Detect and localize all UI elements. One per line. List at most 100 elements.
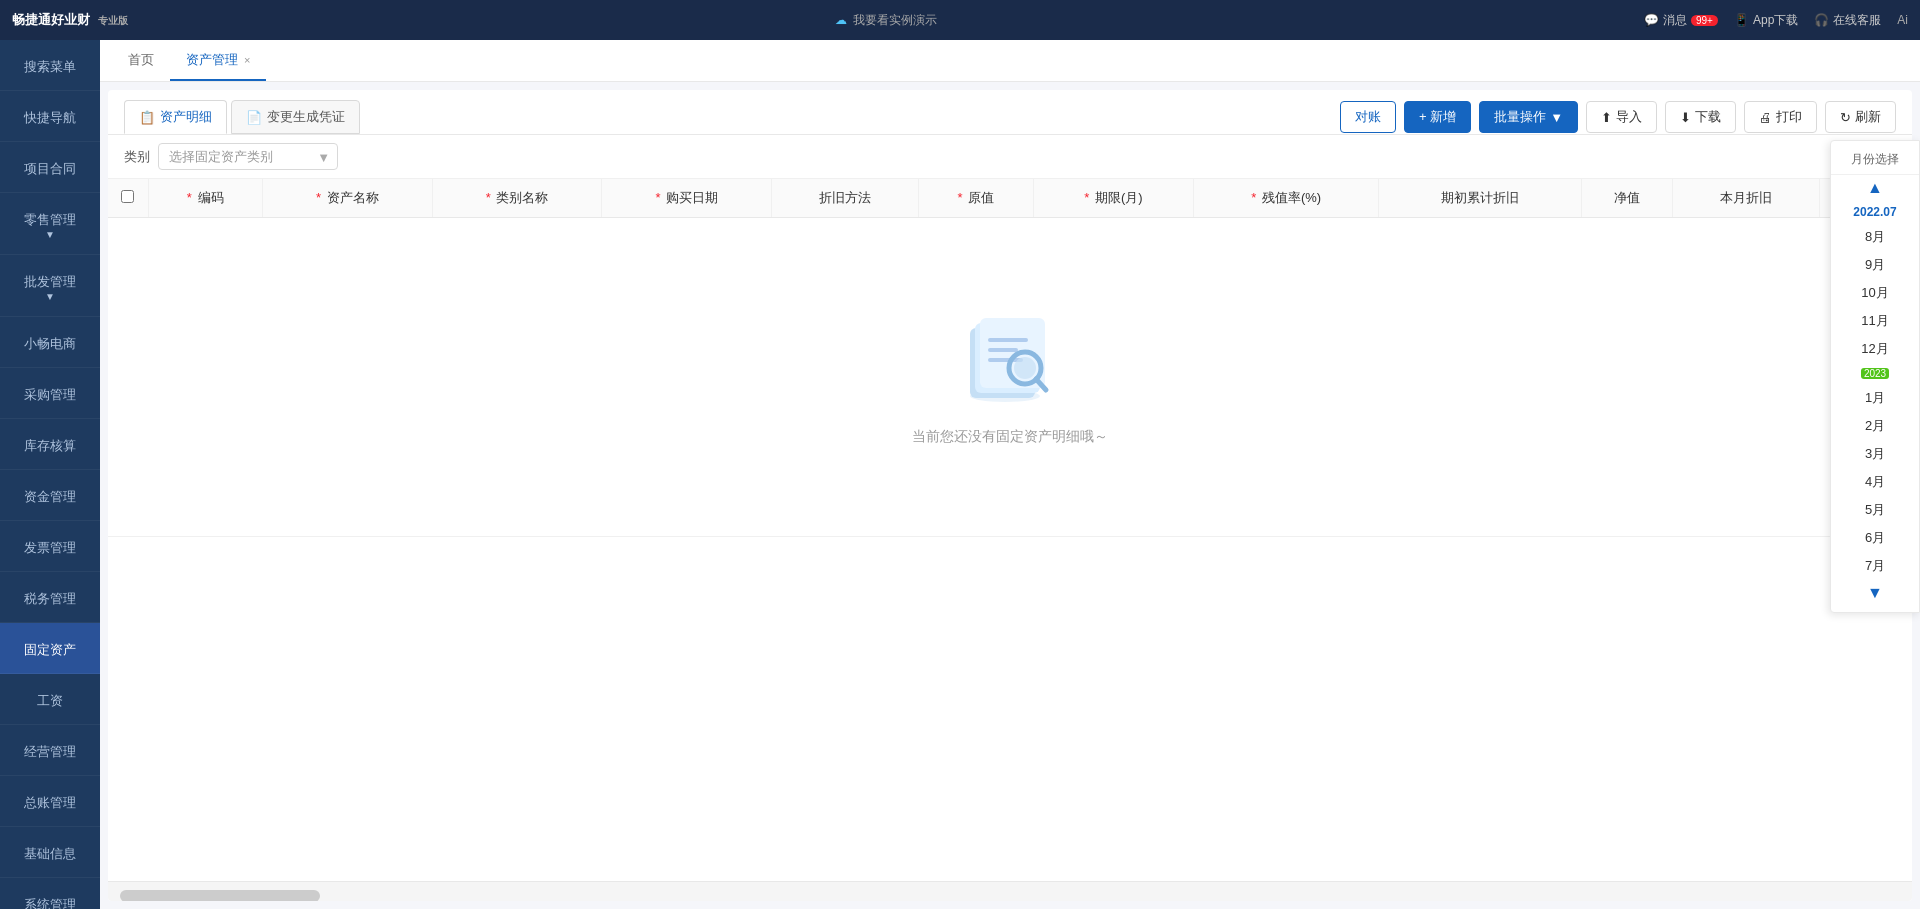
month-item-2023-3[interactable]: 3月 [1831,440,1919,468]
app-logo-text: 畅捷通好业财 [12,12,90,27]
tab-asset-label: 资产管理 [186,51,238,69]
table-header-checkbox [108,179,148,218]
month-item-11[interactable]: 11月 [1831,307,1919,335]
col-asset-name: * 资产名称 [262,179,432,218]
svg-point-8 [1014,357,1036,379]
top-bar-left: 畅捷通好业财 专业版 [12,11,128,29]
sidebar-item-general-ledger[interactable]: 总账管理 [0,776,100,827]
month-item-2023-7[interactable]: 7月 [1831,552,1919,580]
month-item-2023-1[interactable]: 1月 [1831,384,1919,412]
batch-ops-button[interactable]: 批量操作 ▼ [1479,101,1578,133]
category-select[interactable]: 选择固定资产类别 [158,143,338,170]
sidebar-item-project[interactable]: 项目合同 [0,142,100,193]
sidebar-item-fixed-assets[interactable]: 固定资产 [0,623,100,674]
refresh-button[interactable]: ↻ 刷新 [1825,101,1896,133]
month-item-2023-4[interactable]: 4月 [1831,468,1919,496]
col-original-value: * 原值 [919,179,1033,218]
top-bar-center: ☁ 我要看实例演示 [835,12,937,29]
empty-state-row: 当前您还没有固定资产明细哦～ [108,218,1912,537]
tab-close-icon[interactable]: × [244,54,250,66]
app-download-label: App下载 [1753,12,1798,29]
reconcile-button[interactable]: 对账 [1340,101,1396,133]
tab-bar: 首页 资产管理 × [100,40,1920,82]
sidebar-project-label: 项目合同 [0,160,100,178]
sidebar-item-retail[interactable]: 零售管理 ▼ [0,193,100,255]
empty-text: 当前您还没有固定资产明细哦～ [912,428,1108,446]
sidebar-item-payroll[interactable]: 工资 [0,674,100,725]
month-picker-year-2022[interactable]: 2022.07 [1831,201,1919,223]
wholesale-arrow-icon: ▼ [0,291,100,302]
month-picker-up-arrow[interactable]: ▲ [1831,175,1919,201]
asset-table: * 编码 * 资产名称 * 类别名称 [108,179,1912,537]
sidebar-item-invoice[interactable]: 发票管理 [0,521,100,572]
asset-detail-icon: 📋 [139,110,155,125]
print-button[interactable]: 🖨 打印 [1744,101,1817,133]
import-icon: ⬆ [1601,110,1612,125]
main-panel: 📋 资产明细 📄 变更生成凭证 对账 + 新增 [108,90,1912,901]
asset-detail-label: 资产明细 [160,108,212,126]
category-select-wrap[interactable]: 选择固定资产类别 ▼ [158,143,338,170]
sidebar-item-quick-nav[interactable]: 快捷导航 [0,91,100,142]
month-item-year-2023[interactable]: 2023 [1831,363,1919,384]
top-toolbar: 对账 + 新增 批量操作 ▼ ⬆ 导入 [1340,101,1896,133]
table-wrap: * 编码 * 资产名称 * 类别名称 [108,179,1912,881]
sidebar-item-search[interactable]: 搜索菜单 [0,40,100,91]
batch-ops-chevron-icon: ▼ [1550,110,1563,125]
sidebar-item-wholesale[interactable]: 批发管理 ▼ [0,255,100,317]
month-item-2023-5[interactable]: 5月 [1831,496,1919,524]
horizontal-scrollbar[interactable] [120,890,320,901]
sidebar-item-tax[interactable]: 税务管理 [0,572,100,623]
sidebar-item-system[interactable]: 系统管理 [0,878,100,909]
empty-state-cell: 当前您还没有固定资产明细哦～ [108,218,1912,537]
demo-link[interactable]: 我要看实例演示 [853,12,937,29]
svg-rect-4 [988,338,1028,342]
message-button[interactable]: 💬 消息 99+ [1644,12,1718,29]
col-net-value: 净值 [1581,179,1673,218]
sub-tab-change-voucher[interactable]: 📄 变更生成凭证 [231,100,360,134]
tab-home[interactable]: 首页 [112,41,170,81]
sub-tab-asset-detail[interactable]: 📋 资产明细 [124,100,227,134]
sidebar-item-purchase[interactable]: 采购管理 [0,368,100,419]
top-bar: 畅捷通好业财 专业版 ☁ 我要看实例演示 💬 消息 99+ 📱 App下载 🎧 … [0,0,1920,40]
app-download-button[interactable]: 📱 App下载 [1734,12,1798,29]
month-item-10[interactable]: 10月 [1831,279,1919,307]
sidebar-item-operations[interactable]: 经营管理 [0,725,100,776]
add-new-button[interactable]: + 新增 [1404,101,1471,133]
online-service-button[interactable]: 🎧 在线客服 [1814,12,1881,29]
month-item-8[interactable]: 8月 [1831,223,1919,251]
top-bar-right: 💬 消息 99+ 📱 App下载 🎧 在线客服 Ai [1644,12,1908,29]
empty-illustration [950,308,1070,408]
import-button[interactable]: ⬆ 导入 [1586,101,1657,133]
online-service-label: 在线客服 [1833,12,1881,29]
col-accumulated-depreciation: 期初累计折旧 [1379,179,1581,218]
sidebar-item-basic-info[interactable]: 基础信息 [0,827,100,878]
filter-row: 类别 选择固定资产类别 ▼ [108,135,1912,179]
svg-rect-5 [988,348,1018,352]
month-item-12[interactable]: 12月 [1831,335,1919,363]
col-monthly-depreciation: 本月折旧 [1673,179,1820,218]
month-item-9[interactable]: 9月 [1831,251,1919,279]
col-depreciation-method: 折旧方法 [772,179,919,218]
change-voucher-label: 变更生成凭证 [267,108,345,126]
refresh-icon: ↻ [1840,110,1851,125]
month-item-2023-6[interactable]: 6月 [1831,524,1919,552]
tab-asset-mgmt[interactable]: 资产管理 × [170,41,266,81]
col-period: * 期限(月) [1033,179,1194,218]
sidebar-item-ecommerce[interactable]: 小畅电商 [0,317,100,368]
month-picker-panel: 月份选择 ▲ 2022.07 8月 9月 10月 11月 12月 [1830,140,1920,613]
col-residual-rate: * 残值率(%) [1194,179,1379,218]
content-area: 首页 资产管理 × 📋 资产明细 📄 变更生成凭证 [100,40,1920,909]
message-icon: 💬 [1644,13,1659,27]
download-button[interactable]: ⬇ 下载 [1665,101,1736,133]
month-item-2023-2[interactable]: 2月 [1831,412,1919,440]
sidebar-item-finance[interactable]: 资金管理 [0,470,100,521]
user-avatar[interactable]: Ai [1897,13,1908,27]
sidebar-item-inventory[interactable]: 库存核算 [0,419,100,470]
select-all-checkbox[interactable] [121,190,134,203]
sidebar-quicknav-label: 快捷导航 [0,109,100,127]
table-header-row: * 编码 * 资产名称 * 类别名称 [108,179,1912,218]
phone-icon: 📱 [1734,13,1749,27]
main-layout: 搜索菜单 快捷导航 项目合同 零售管理 ▼ 批发管理 ▼ 小畅电商 采购管理 库… [0,40,1920,909]
year-badge-2023: 2023 [1861,368,1889,379]
month-picker-down-arrow[interactable]: ▼ [1831,580,1919,606]
